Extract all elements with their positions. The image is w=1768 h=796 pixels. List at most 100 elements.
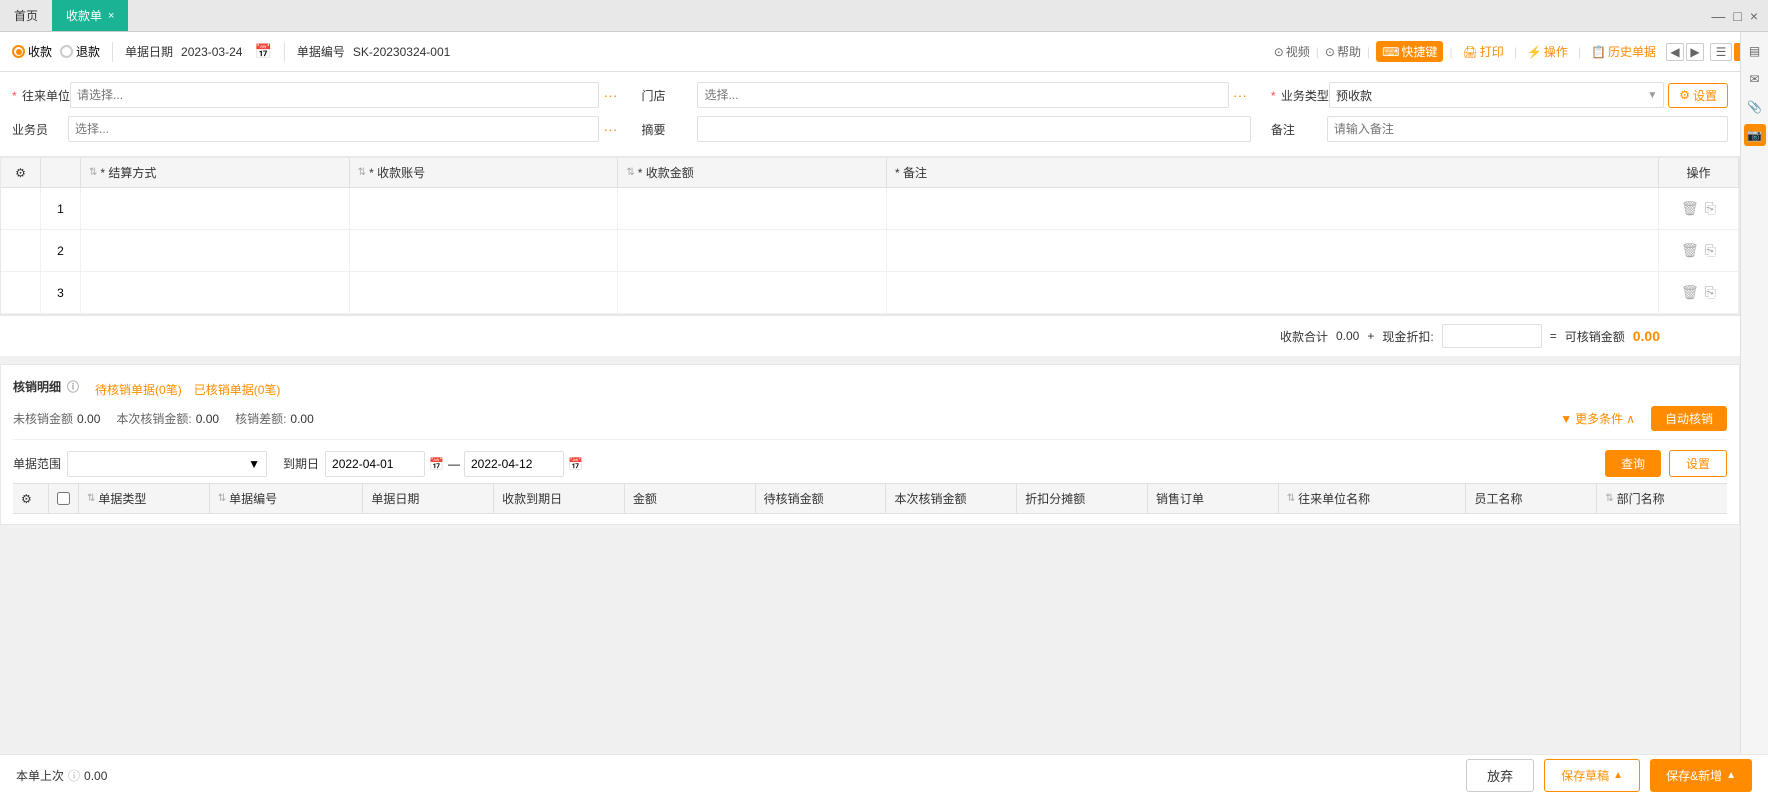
section-info-icon[interactable]: ⓘ (67, 378, 79, 395)
th-settings[interactable]: ⚙ (1, 158, 41, 187)
settings-button[interactable]: ⚙ 设置 (1668, 83, 1728, 108)
bth-settings[interactable]: ⚙ (13, 484, 49, 513)
section-title: 核销明细 ⓘ (13, 378, 79, 395)
footer-spacer (0, 525, 1740, 575)
date-from-input[interactable] (325, 451, 425, 477)
pending-tab[interactable]: 待核销单据(0笔) (95, 381, 182, 398)
td-settle-2[interactable] (81, 230, 350, 271)
td-settle-3[interactable] (81, 272, 350, 313)
help-link[interactable]: ⊙ 帮助 (1325, 43, 1361, 60)
shop-more-btn[interactable]: ··· (1229, 87, 1251, 103)
copy-icon-2[interactable]: ⎘ (1705, 242, 1716, 259)
sidebar-clip-icon[interactable]: 📎 (1744, 96, 1766, 118)
sidebar-mail-icon[interactable]: ✉ (1744, 68, 1766, 90)
print-btn[interactable]: 🖨 打印 (1459, 41, 1508, 62)
nav-next[interactable]: ▶ (1686, 43, 1704, 61)
video-link[interactable]: ⊙ 视频 (1274, 43, 1310, 60)
footer-info: 本单上次 ⓘ 0.00 (16, 767, 107, 784)
calendar-from-icon[interactable]: 📅 (429, 457, 444, 471)
delete-icon-3[interactable]: 🗑 (1681, 284, 1699, 301)
staff-label: 业务员 (12, 121, 68, 138)
completed-tab[interactable]: 已核销单据(0笔) (194, 381, 281, 398)
current-val: 0.00 (196, 412, 219, 426)
query-btn[interactable]: 查询 (1605, 450, 1661, 477)
nav-prev[interactable]: ◀ (1666, 43, 1684, 61)
copy-icon-1[interactable]: ⎘ (1705, 200, 1716, 217)
auto-verify-btn[interactable]: 自动核销 (1651, 406, 1727, 431)
more-filters-btn[interactable]: ▼ 更多条件 ∧ (1560, 410, 1635, 427)
window-controls: — □ × (1711, 8, 1768, 24)
operations-btn[interactable]: ⚡ 操作 (1523, 41, 1572, 62)
th-amount: ⇅ * 收款金额 (618, 158, 887, 187)
staff-more-btn[interactable]: ··· (599, 121, 621, 137)
td-op-2: 🗑 ⎘ (1659, 230, 1739, 271)
td-account-1[interactable] (350, 188, 619, 229)
delete-icon-1[interactable]: 🗑 (1681, 200, 1699, 217)
td-account-2[interactable] (350, 230, 619, 271)
range-select[interactable]: ▼ (67, 451, 267, 477)
history-btn[interactable]: 📋 历史单据 (1587, 41, 1660, 62)
sort-icon: ⇅ (89, 167, 97, 178)
draft-arrow-icon: ▲ (1613, 770, 1623, 781)
radio-receipt[interactable]: 收款 (12, 43, 52, 60)
counterpart-input[interactable] (70, 82, 599, 108)
tab-home[interactable]: 首页 (0, 0, 52, 31)
discount-input[interactable] (1442, 324, 1542, 348)
tab-current[interactable]: 收款单 × (52, 0, 128, 31)
footer-info-icon[interactable]: ⓘ (68, 767, 80, 784)
staff-input[interactable] (68, 116, 599, 142)
td-account-3[interactable] (350, 272, 619, 313)
summary-field: 摘要 (641, 116, 1250, 142)
td-amount-2[interactable] (618, 230, 887, 271)
form-row-1: * 往来单位 ··· 门店 ··· * 业务类型 预收款 (12, 82, 1728, 108)
sidebar-camera-icon[interactable]: 📷 (1744, 124, 1766, 146)
table-row: 2 🗑 ⎘ (1, 230, 1739, 272)
set-btn[interactable]: 设置 (1669, 450, 1727, 477)
print-label: 打印 (1480, 43, 1504, 60)
filter-btns: 查询 设置 (1605, 450, 1727, 477)
bth-sales-order: 销售订单 (1148, 484, 1279, 513)
shortcut-btn[interactable]: ⌨ 快捷键 (1376, 41, 1443, 62)
maximize-btn[interactable]: □ (1733, 8, 1741, 24)
td-amount-3[interactable] (618, 272, 887, 313)
counterpart-label: * 往来单位 (12, 87, 70, 104)
abandon-btn[interactable]: 放弃 (1466, 759, 1534, 792)
select-all-checkbox[interactable] (57, 492, 70, 505)
radio-refund[interactable]: 退款 (60, 43, 100, 60)
td-remark-1[interactable] (887, 188, 1659, 229)
delete-icon-2[interactable]: 🗑 (1681, 242, 1699, 259)
sidebar-table-icon[interactable]: ▤ (1744, 40, 1766, 62)
close-btn[interactable]: × (1750, 8, 1758, 24)
td-settings-1 (1, 188, 41, 229)
divider-2 (284, 42, 285, 62)
range-label: 单据范围 (13, 455, 61, 472)
shop-input[interactable] (697, 82, 1228, 108)
date-to-input[interactable] (464, 451, 564, 477)
note-input[interactable] (1327, 116, 1728, 142)
section-tabs: 待核销单据(0笔) 已核销单据(0笔) (95, 381, 280, 398)
receipt-table: ⚙ ⇅ * 结算方式 ⇅ * 收款账号 ⇅ * 收款金额 * 备注 操作 (0, 157, 1740, 315)
range-dropdown-icon: ▼ (248, 457, 260, 471)
bth-current: 本次核销金额 (886, 484, 1017, 513)
td-remark-2[interactable] (887, 230, 1659, 271)
view-list[interactable]: ☰ (1710, 43, 1732, 61)
footer-order-label: 本单上次 (16, 767, 64, 784)
summary-input[interactable] (697, 116, 1250, 142)
minimize-btn[interactable]: — (1711, 8, 1725, 24)
calendar-to-icon[interactable]: 📅 (568, 457, 583, 471)
tab-close-icon[interactable]: × (108, 10, 114, 22)
td-amount-1[interactable] (618, 188, 887, 229)
draft-label: 保存草稿 (1561, 767, 1609, 784)
bth-checkbox[interactable] (49, 484, 79, 513)
date-picker-icon[interactable]: 📅 (254, 43, 271, 60)
td-remark-3[interactable] (887, 272, 1659, 313)
save-btn[interactable]: 保存&新增 ▲ (1650, 759, 1752, 792)
counterpart-more-btn[interactable]: ··· (599, 87, 621, 103)
td-settle-1[interactable] (81, 188, 350, 229)
draft-btn[interactable]: 保存草稿 ▲ (1544, 759, 1640, 792)
bth-amount: 金额 (625, 484, 756, 513)
copy-icon-3[interactable]: ⎘ (1705, 284, 1716, 301)
business-type-select[interactable]: 预收款 ▼ (1329, 82, 1664, 108)
shortcut-label: 快捷键 (1401, 43, 1437, 60)
radio-refund-label: 退款 (76, 43, 100, 60)
